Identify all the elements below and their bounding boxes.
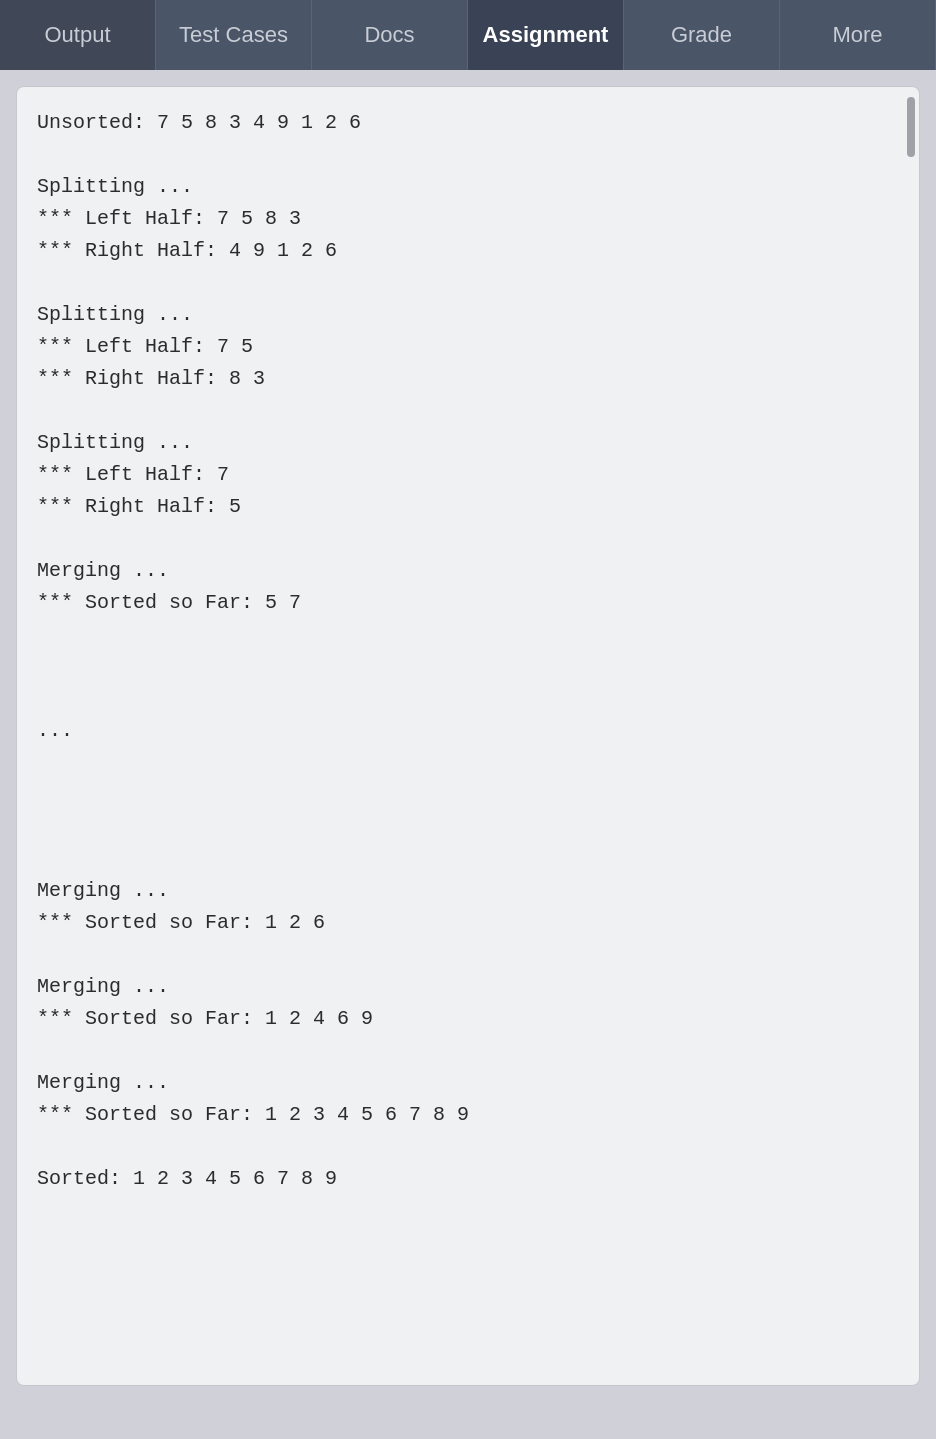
output-text: Unsorted: 7 5 8 3 4 9 1 2 6 Splitting ..… [37,107,899,1195]
tab-grade[interactable]: Grade [624,0,780,70]
scrollbar-thumb[interactable] [907,97,915,157]
tab-docs[interactable]: Docs [312,0,468,70]
tab-more[interactable]: More [780,0,936,70]
tab-bar: OutputTest CasesDocsAssignmentGradeMore [0,0,936,70]
tab-output[interactable]: Output [0,0,156,70]
tab-assignment[interactable]: Assignment [468,0,624,70]
content-area: Unsorted: 7 5 8 3 4 9 1 2 6 Splitting ..… [16,86,920,1386]
tab-test-cases[interactable]: Test Cases [156,0,312,70]
